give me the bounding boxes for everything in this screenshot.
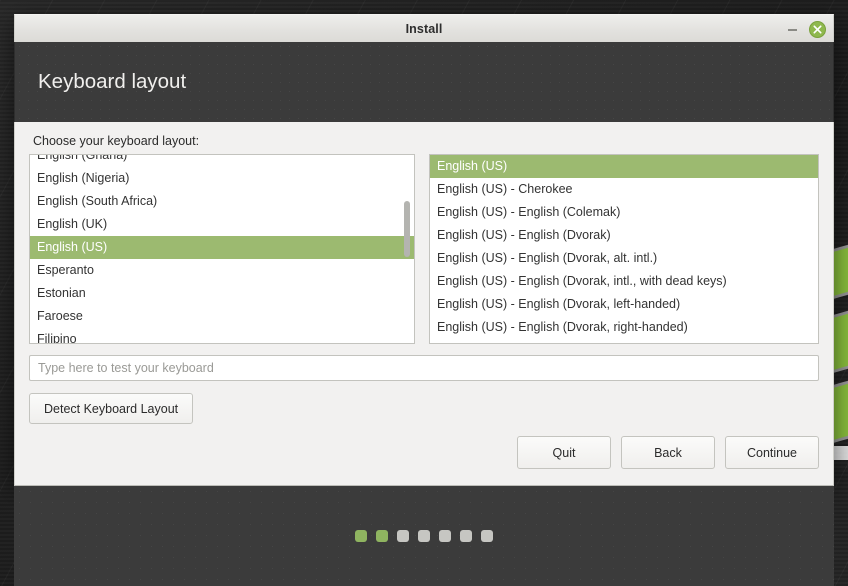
back-button[interactable]: Back (621, 436, 715, 469)
page-header: Keyboard layout (14, 42, 834, 122)
detect-keyboard-layout-button[interactable]: Detect Keyboard Layout (29, 393, 194, 424)
list-item[interactable]: English (US) - English (Dvorak, alt. int… (430, 247, 818, 270)
window-titlebar: Install (14, 14, 834, 42)
list-item[interactable]: English (US) - English (Dvorak) (430, 224, 818, 247)
list-item[interactable]: English (Nigeria) (30, 167, 414, 190)
page-body: Choose your keyboard layout: English (Gh… (14, 122, 834, 486)
list-item[interactable]: English (US) - English (Colemak) (430, 201, 818, 224)
layout-lists: English (Ghana) English (Nigeria) Englis… (29, 154, 819, 344)
list-item[interactable]: English (US) - English (Dvorak, right-ha… (430, 316, 818, 339)
continue-button[interactable]: Continue (725, 436, 819, 469)
minimize-icon[interactable] (787, 23, 799, 35)
quit-button[interactable]: Quit (517, 436, 611, 469)
list-item[interactable]: Estonian (30, 282, 414, 305)
keyboard-variant-list[interactable]: English (US) English (US) - Cherokee Eng… (429, 154, 819, 344)
list-item[interactable]: English (Ghana) (30, 155, 414, 167)
scrollbar-thumb[interactable] (404, 201, 410, 257)
list-item[interactable]: English (US) - Cherokee (430, 178, 818, 201)
window-title: Install (405, 21, 443, 36)
list-item[interactable]: English (US) - English (Dvorak, left-han… (430, 293, 818, 316)
list-item[interactable]: English (US) - English (Dvorak, intl., w… (430, 270, 818, 293)
install-window: Install Keyboard layout Choose your keyb… (14, 14, 834, 486)
progress-dots (14, 486, 834, 586)
keyboard-test-input[interactable] (29, 355, 819, 381)
progress-dot-3[interactable] (397, 530, 409, 542)
window-controls (787, 15, 826, 43)
list-item[interactable]: English (South Africa) (30, 190, 414, 213)
list-item[interactable]: Faroese (30, 305, 414, 328)
progress-dot-5[interactable] (439, 530, 451, 542)
progress-dot-7[interactable] (481, 530, 493, 542)
keyboard-layout-list[interactable]: English (Ghana) English (Nigeria) Englis… (29, 154, 415, 344)
list-item-selected[interactable]: English (US) (30, 236, 414, 259)
choose-layout-label: Choose your keyboard layout: (33, 134, 200, 148)
list-item[interactable]: English (UK) (30, 213, 414, 236)
progress-dot-1[interactable] (355, 530, 367, 542)
close-icon[interactable] (809, 20, 826, 38)
desktop-background: Install Keyboard layout Choose your keyb… (0, 0, 848, 586)
list-item-selected[interactable]: English (US) (430, 155, 818, 178)
page-title: Keyboard layout (38, 70, 187, 93)
list-item[interactable]: Esperanto (30, 259, 414, 282)
progress-dot-4[interactable] (418, 530, 430, 542)
navigation-buttons: Quit Back Continue (517, 436, 819, 469)
progress-dot-2[interactable] (376, 530, 388, 542)
layout-list-scrollbar[interactable] (401, 157, 412, 341)
progress-dot-6[interactable] (460, 530, 472, 542)
list-item[interactable]: Filipino (30, 328, 414, 343)
